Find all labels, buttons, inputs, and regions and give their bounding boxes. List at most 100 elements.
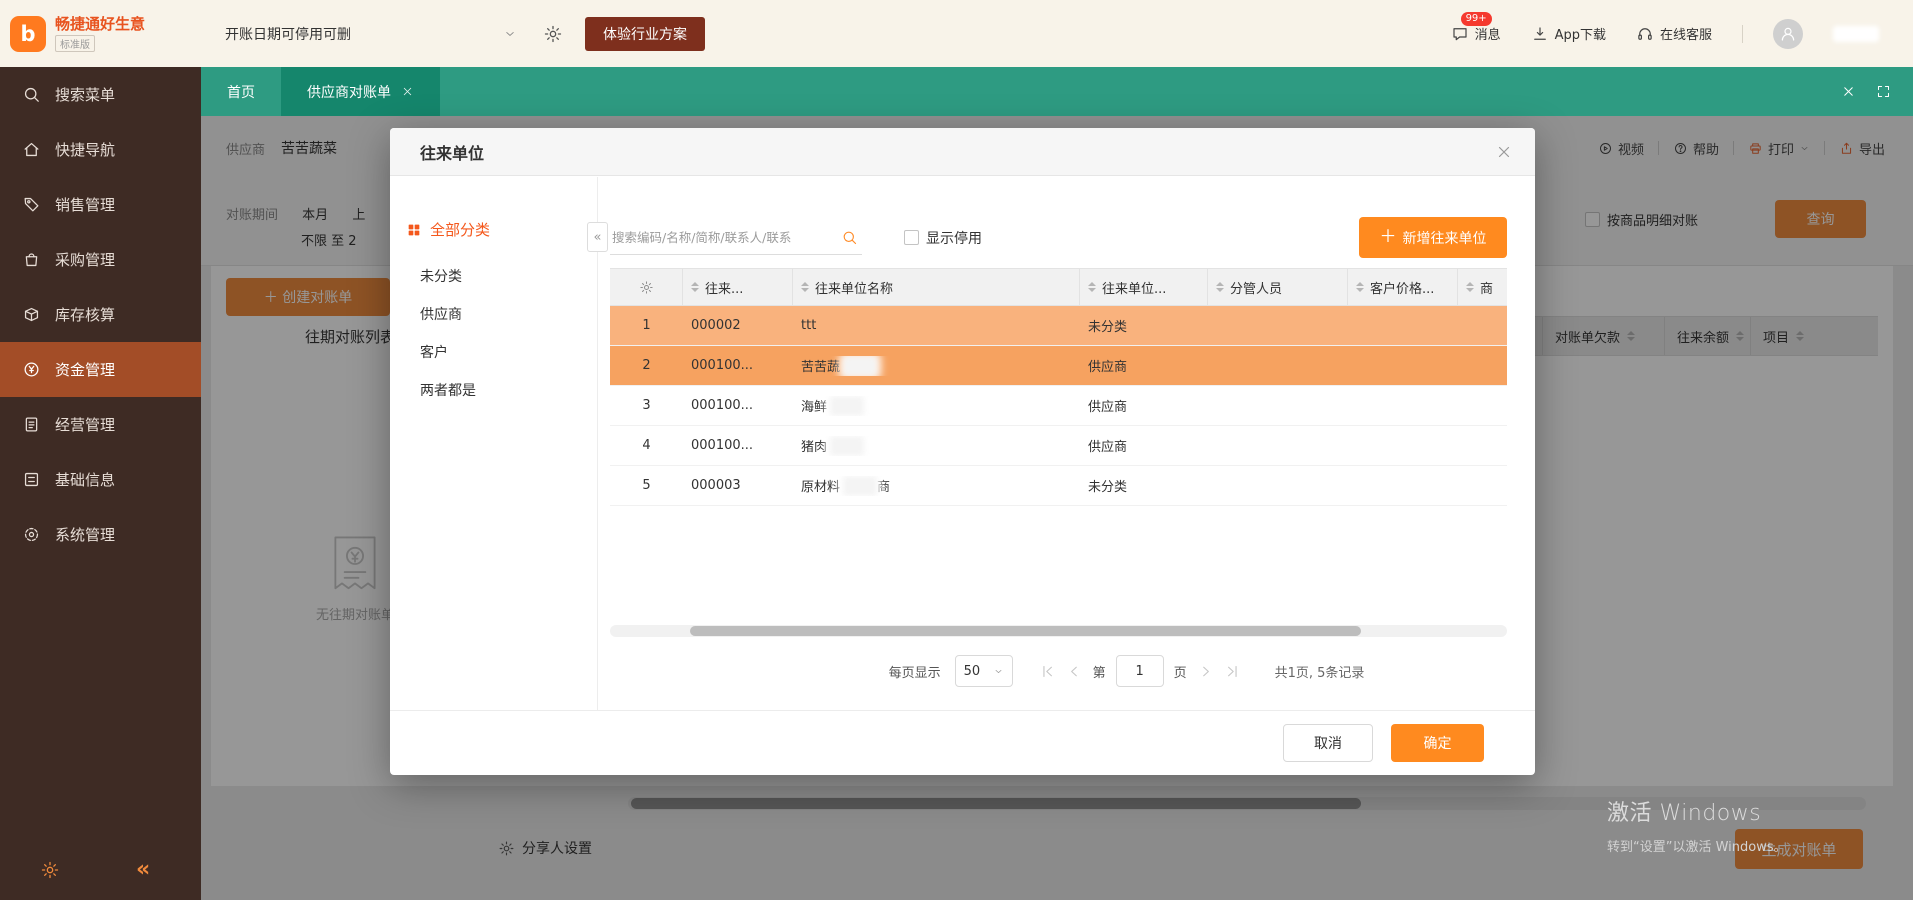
- contact-unit-modal: 往来单位 全部分类 未分类 供应商 客户 两者都是 « 搜索编码/名称/简称/联…: [390, 128, 1535, 775]
- cell-name: ttt: [793, 318, 1080, 333]
- sidebar-footer: «: [0, 854, 201, 890]
- column-price[interactable]: 客户价格...: [1348, 269, 1458, 305]
- sidebar: b 畅捷通好生意 标准版 搜索菜单 快捷导航 销售管理 采购管理 库存核算 资金…: [0, 0, 201, 900]
- cell-type: 未分类: [1088, 320, 1128, 335]
- cell-type: 供应商: [1088, 440, 1128, 455]
- box-icon: [24, 307, 39, 322]
- category-item-unclassified[interactable]: 未分类: [390, 258, 597, 296]
- system-icon: [24, 527, 39, 542]
- prev-page-icon[interactable]: [1066, 663, 1083, 680]
- sidebar-item-search-menu[interactable]: 搜索菜单: [0, 67, 201, 122]
- person-icon: [1781, 27, 1795, 41]
- logo-block: b 畅捷通好生意 标准版: [0, 0, 201, 67]
- column-label: 商: [1480, 281, 1494, 297]
- per-page-label: 每页显示: [888, 665, 941, 681]
- modal-body: 全部分类 未分类 供应商 客户 两者都是 « 搜索编码/名称/简称/联系人/联系…: [390, 177, 1535, 710]
- modal-footer: 取消 确定: [390, 710, 1535, 775]
- show-disabled-checkbox[interactable]: 显示停用: [904, 228, 982, 248]
- trial-plan-button[interactable]: 体验行业方案: [585, 16, 705, 51]
- panel-collapse-icon[interactable]: «: [587, 222, 608, 252]
- search-icon: [24, 87, 39, 102]
- add-contact-label: 新增往来单位: [1402, 230, 1487, 247]
- close-icon[interactable]: [1495, 143, 1513, 161]
- cancel-button[interactable]: 取消: [1283, 724, 1373, 762]
- page-number-input[interactable]: [1115, 655, 1164, 687]
- column-manager[interactable]: 分管人员: [1208, 269, 1348, 305]
- category-all-label: 全部分类: [430, 221, 491, 239]
- sidebar-item-sales[interactable]: 销售管理: [0, 177, 201, 232]
- online-support-button[interactable]: 在线客服: [1636, 24, 1712, 43]
- list-icon: [24, 472, 39, 487]
- gear-icon[interactable]: [543, 24, 563, 44]
- collapse-left-icon[interactable]: «: [136, 856, 150, 884]
- table-row[interactable]: 1 000002 ttt 未分类: [610, 306, 1507, 346]
- column-label: 往来单位名称: [815, 281, 894, 297]
- row-number: 5: [642, 478, 651, 493]
- column-code[interactable]: 往来...: [683, 269, 793, 305]
- fullscreen-icon[interactable]: [1876, 84, 1891, 99]
- sidebar-item-funds[interactable]: 资金管理: [0, 342, 201, 397]
- sidebar-item-system[interactable]: 系统管理: [0, 507, 201, 562]
- gear-icon[interactable]: [40, 860, 60, 880]
- home-icon: [24, 142, 39, 157]
- avatar[interactable]: [1773, 18, 1803, 49]
- username-redacted: [1833, 25, 1879, 42]
- column-extra[interactable]: 商: [1458, 269, 1507, 305]
- document-icon: [25, 417, 38, 432]
- category-item-supplier[interactable]: 供应商: [390, 296, 597, 334]
- sidebar-item-business[interactable]: 经营管理: [0, 397, 201, 452]
- edition-badge: 标准版: [55, 34, 95, 52]
- add-contact-button[interactable]: ＋ 新增往来单位: [1359, 217, 1507, 258]
- close-icon[interactable]: [1841, 84, 1856, 99]
- category-item-both[interactable]: 两者都是: [390, 372, 597, 410]
- table-row[interactable]: 2 000100... 苦苦蔬 供应商: [610, 346, 1507, 386]
- category-list: 未分类 供应商 客户 两者都是: [390, 258, 597, 410]
- per-page-select[interactable]: 50: [954, 655, 1013, 687]
- search-input[interactable]: [610, 220, 862, 255]
- column-label: 分管人员: [1230, 281, 1283, 297]
- scrollbar-thumb[interactable]: [690, 626, 1361, 636]
- tab-supplier-statement[interactable]: 供应商对账单: [281, 67, 440, 116]
- sidebar-item-label: 库存核算: [55, 306, 116, 324]
- sidebar-item-quick-nav[interactable]: 快捷导航: [0, 122, 201, 177]
- tab-close-icon[interactable]: [401, 85, 414, 98]
- sidebar-item-inventory[interactable]: 库存核算: [0, 287, 201, 342]
- category-item-customer[interactable]: 客户: [390, 334, 597, 372]
- messages-button[interactable]: 99+ 消息: [1451, 12, 1501, 43]
- cell-code: 000100...: [691, 438, 754, 453]
- sidebar-item-label: 搜索菜单: [55, 86, 116, 104]
- column-name[interactable]: 往来单位名称: [793, 269, 1080, 305]
- period-dropdown-value: 开账日期可停用可删: [225, 26, 351, 43]
- first-page-icon[interactable]: [1039, 663, 1056, 680]
- checkbox-icon[interactable]: [904, 230, 919, 245]
- column-settings[interactable]: [610, 269, 683, 305]
- tab-home[interactable]: 首页: [201, 67, 281, 116]
- app-download-button[interactable]: App下载: [1531, 24, 1606, 43]
- cell-name-text: ttt: [801, 318, 817, 333]
- table-row[interactable]: 4 000100... 猪肉 供应商: [610, 426, 1507, 466]
- modal-horizontal-scrollbar[interactable]: [610, 625, 1507, 637]
- column-label: 往来单位...: [1102, 281, 1167, 297]
- row-number: 2: [642, 358, 651, 373]
- search-icon[interactable]: [841, 229, 858, 246]
- sidebar-item-purchase[interactable]: 采购管理: [0, 232, 201, 287]
- modal-controls: 显示停用 ＋ 新增往来单位: [610, 217, 1507, 258]
- tabbar-actions: [1841, 67, 1913, 116]
- contact-table: 往来... 往来单位名称 往来单位... 分管人员 客户价格... 商 1 00…: [610, 268, 1507, 506]
- table-row[interactable]: 5 000003 原材料 商 未分类: [610, 466, 1507, 506]
- redacted-text: [843, 355, 878, 376]
- column-type[interactable]: 往来单位...: [1080, 269, 1208, 305]
- sidebar-item-label: 资金管理: [55, 361, 116, 379]
- period-dropdown[interactable]: 开账日期可停用可删: [225, 24, 517, 44]
- category-all[interactable]: 全部分类: [390, 219, 597, 240]
- tag-icon: [24, 197, 39, 212]
- cell-type: 供应商: [1088, 400, 1128, 415]
- tab-active-label: 供应商对账单: [307, 84, 391, 101]
- row-number: 1: [642, 318, 651, 333]
- last-page-icon[interactable]: [1224, 663, 1241, 680]
- table-row[interactable]: 3 000100... 海鲜 供应商: [610, 386, 1507, 426]
- sidebar-item-basic-info[interactable]: 基础信息: [0, 452, 201, 507]
- confirm-button[interactable]: 确定: [1391, 724, 1484, 762]
- plus-icon: ＋: [1379, 227, 1397, 247]
- next-page-icon[interactable]: [1197, 663, 1214, 680]
